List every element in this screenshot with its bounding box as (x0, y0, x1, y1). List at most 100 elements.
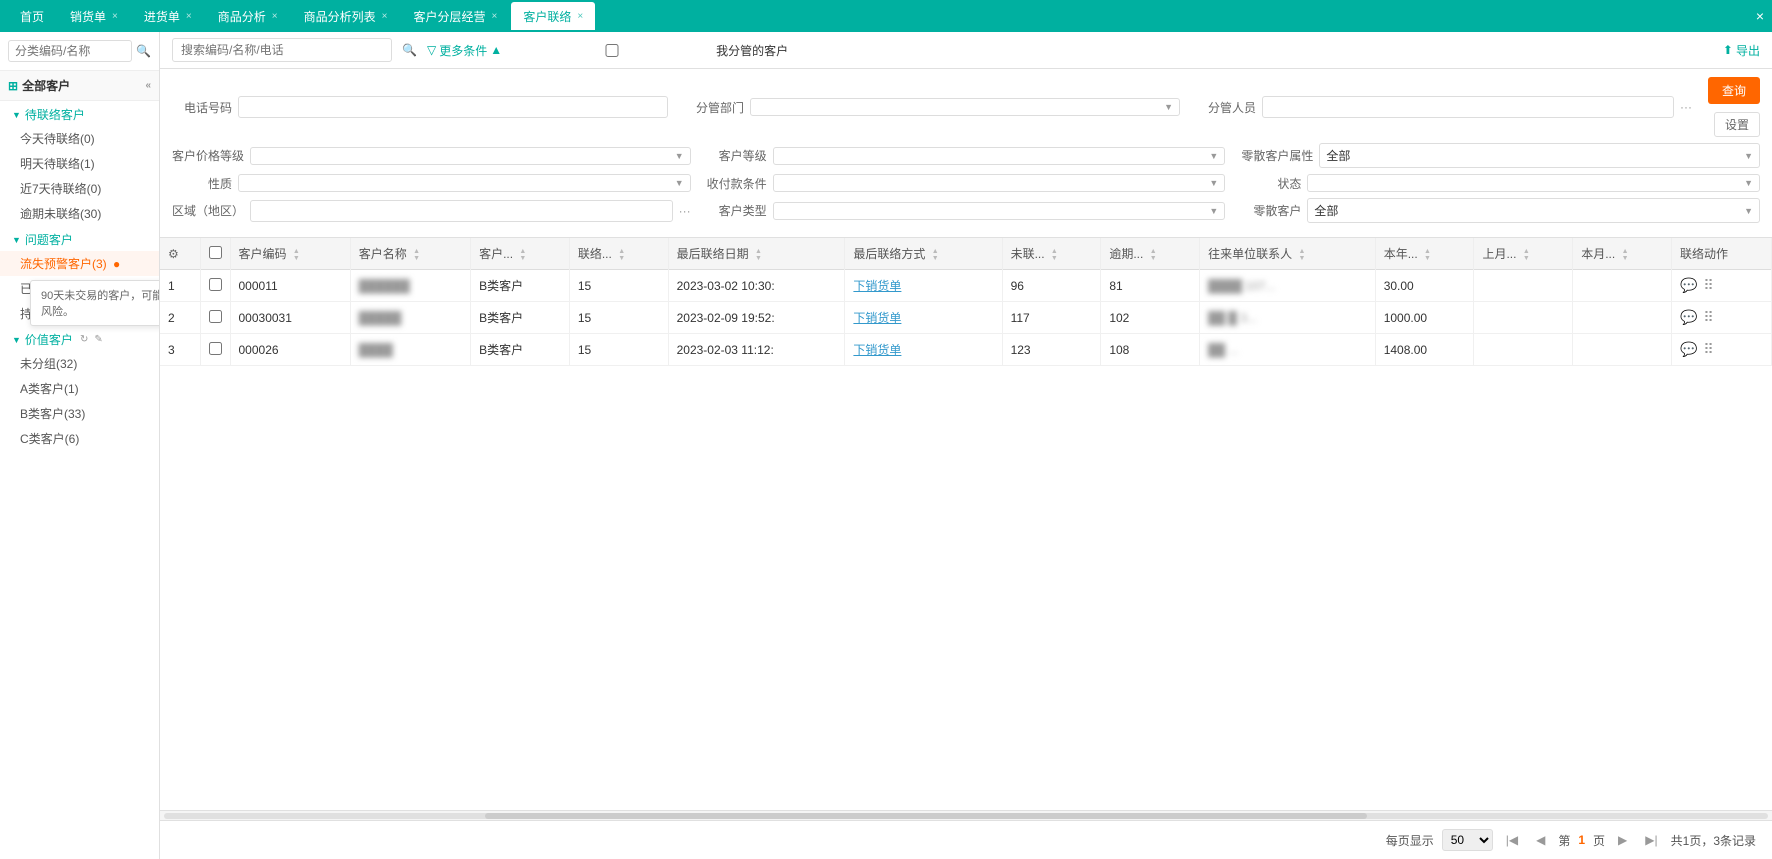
settings-btn[interactable]: 设置 (1714, 112, 1760, 137)
th-this-year[interactable]: 本年... ▲▼ (1375, 238, 1474, 270)
action-more-icon-2[interactable]: ⠿ (1703, 309, 1713, 326)
nature-field: 性质 ▼ (172, 174, 691, 192)
last-contact-date-sort: ▲▼ (755, 248, 762, 262)
export-icon: ⬆ (1723, 43, 1733, 57)
region-input[interactable] (250, 200, 673, 222)
sidebar-group-pending-contact[interactable]: ▼ 待联络客户 (0, 101, 159, 126)
action-chat-icon-1[interactable]: 💬 (1680, 277, 1697, 294)
select-all-checkbox[interactable] (209, 246, 222, 259)
th-last-contact-date[interactable]: 最后联络日期 ▲▼ (668, 238, 845, 270)
sidebar-item-overdue-contact[interactable]: 逾期未联络(30) (0, 201, 159, 226)
action-more-icon-3[interactable]: ⠿ (1703, 341, 1713, 358)
th-this-month[interactable]: 本月... ▲▼ (1573, 238, 1672, 270)
row-checkbox-2[interactable] (200, 302, 230, 334)
th-last-contact-way[interactable]: 最后联络方式 ▲▼ (845, 238, 1002, 270)
th-contact[interactable]: 联络... ▲▼ (569, 238, 668, 270)
last-page-btn[interactable]: ▶| (1640, 831, 1662, 849)
th-no-contact[interactable]: 未联... ▲▼ (1002, 238, 1101, 270)
more-conditions-btn[interactable]: ▽ 更多条件 ▲ (427, 42, 502, 59)
settings-icon[interactable]: ⚙ (168, 247, 179, 261)
dept-label: 分管部门 (684, 99, 744, 116)
sidebar-item-ungrouped[interactable]: 未分组(32) (0, 351, 159, 376)
row-last-contact-way-2[interactable]: 下销货单 (845, 302, 1002, 334)
th-unit-contact[interactable]: 往来单位联系人 ▲▼ (1200, 238, 1376, 270)
row-unit-contact-1: ████ 107... (1200, 270, 1376, 302)
manager-input[interactable] (1262, 96, 1674, 118)
row-1-checkbox[interactable] (209, 278, 222, 291)
nav-tab-sales[interactable]: 销货单 × (58, 2, 130, 30)
export-btn[interactable]: ⬆ 导出 (1723, 42, 1760, 59)
customer-type-select[interactable]: ▼ (773, 202, 1226, 220)
advanced-filter-panel: 电话号码 分管部门 ▼ 分管人员 ··· 查询 设置 (160, 69, 1772, 238)
purchase-tab-close[interactable]: × (186, 11, 192, 22)
dept-select[interactable]: ▼ (750, 98, 1180, 116)
customer-level-select[interactable]: ▼ (773, 147, 1226, 165)
th-name[interactable]: 客户名称 ▲▼ (350, 238, 470, 270)
price-level-select[interactable]: ▼ (250, 147, 691, 165)
action-chat-icon-2[interactable]: 💬 (1680, 309, 1697, 326)
phone-input[interactable] (238, 96, 668, 118)
th-overdue[interactable]: 逾期... ▲▼ (1101, 238, 1200, 270)
sidebar-item-class-b[interactable]: B类客户(33) (0, 401, 159, 426)
sidebar-group-value-customer[interactable]: ▼ 价值客户 ↻ ✎ (0, 326, 159, 351)
payment-select[interactable]: ▼ (773, 174, 1226, 192)
sidebar-search-input[interactable] (8, 40, 132, 62)
my-customers-checkbox-label[interactable]: 我分管的客户 (512, 42, 788, 59)
row-checkbox-1[interactable] (200, 270, 230, 302)
goods-analysis-list-tab-close[interactable]: × (382, 11, 388, 22)
per-page-label: 每页显示 (1386, 832, 1434, 849)
manager-dots[interactable]: ··· (1680, 100, 1692, 114)
nature-select[interactable]: ▼ (238, 174, 691, 192)
contact-sort: ▲▼ (618, 248, 625, 262)
search-button[interactable]: 🔍 (402, 43, 417, 57)
region-dots[interactable]: ··· (679, 204, 691, 218)
customer-segment-tab-close[interactable]: × (491, 11, 497, 22)
sidebar-search-icon[interactable]: 🔍 (136, 44, 151, 58)
prev-page-btn[interactable]: ◀ (1531, 831, 1550, 849)
first-page-btn[interactable]: |◀ (1501, 831, 1523, 849)
type-sort: ▲▼ (519, 248, 526, 262)
query-btn[interactable]: 查询 (1708, 77, 1760, 104)
sidebar-item-class-a[interactable]: A类客户(1) (0, 376, 159, 401)
th-last-month[interactable]: 上月... ▲▼ (1474, 238, 1573, 270)
row-3-checkbox[interactable] (209, 342, 222, 355)
retail-customer-select[interactable]: 全部 ▼ (1307, 198, 1760, 223)
value-customer-refresh[interactable]: ↻ (80, 334, 88, 345)
action-chat-icon-3[interactable]: 💬 (1680, 341, 1697, 358)
sidebar-item-week-contact[interactable]: 近7天待联络(0) (0, 176, 159, 201)
nav-tab-home[interactable]: 首页 (8, 2, 56, 30)
sidebar-group-problem-customer[interactable]: ▼ 问题客户 (0, 226, 159, 251)
nav-close-all-btn[interactable]: × (1756, 8, 1764, 24)
scroll-thumb[interactable] (485, 813, 1367, 819)
horizontal-scroll-bar[interactable] (160, 810, 1772, 820)
nav-tab-customer-segment[interactable]: 客户分层经营 × (401, 2, 509, 30)
nav-tab-goods-analysis[interactable]: 商品分析 × (206, 2, 290, 30)
sidebar-item-today-contact[interactable]: 今天待联络(0) (0, 126, 159, 151)
value-customer-edit[interactable]: ✎ (94, 334, 102, 345)
search-input[interactable] (172, 38, 392, 62)
nav-tab-purchase[interactable]: 进货单 × (132, 2, 204, 30)
status-select[interactable]: ▼ (1307, 174, 1760, 192)
row-last-contact-way-1[interactable]: 下销货单 (845, 270, 1002, 302)
retail-attr-select[interactable]: 全部 ▼ (1319, 143, 1760, 168)
th-code[interactable]: 客户编码 ▲▼ (230, 238, 350, 270)
row-2-checkbox[interactable] (209, 310, 222, 323)
scroll-track[interactable] (164, 813, 1768, 819)
my-customers-checkbox[interactable] (512, 44, 712, 57)
row-index-3: 3 (160, 334, 200, 366)
action-more-icon-1[interactable]: ⠿ (1703, 277, 1713, 294)
row-last-contact-way-3[interactable]: 下销货单 (845, 334, 1002, 366)
nav-tab-customer-contact[interactable]: 客户联络 × (511, 2, 595, 30)
row-checkbox-3[interactable] (200, 334, 230, 366)
goods-analysis-tab-close[interactable]: × (272, 11, 278, 22)
sidebar-all-customers[interactable]: ⊞ 全部客户 « (0, 71, 159, 101)
customer-contact-tab-close[interactable]: × (577, 11, 583, 22)
sales-tab-close[interactable]: × (112, 11, 118, 22)
sidebar-item-churn-warning[interactable]: 流失预警客户(3) ● (0, 251, 159, 276)
sidebar-item-tomorrow-contact[interactable]: 明天待联络(1) (0, 151, 159, 176)
th-type[interactable]: 客户... ▲▼ (471, 238, 570, 270)
per-page-select[interactable]: 50 20 100 (1442, 829, 1493, 851)
nav-tab-goods-analysis-list[interactable]: 商品分析列表 × (292, 2, 400, 30)
next-page-btn[interactable]: ▶ (1613, 831, 1632, 849)
sidebar-item-class-c[interactable]: C类客户(6) (0, 426, 159, 451)
